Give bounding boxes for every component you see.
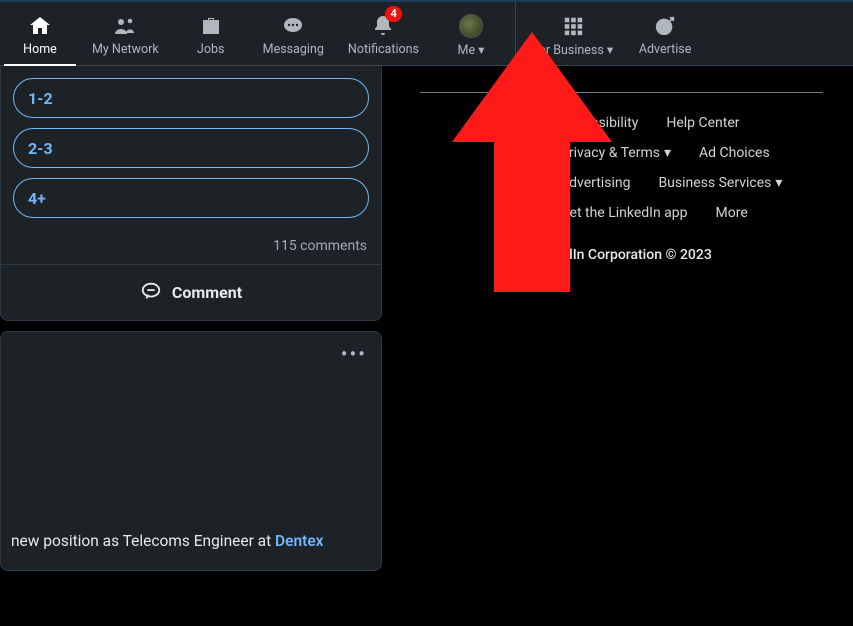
feed-column: 1-2 2-3 4+ 115 comments Comment ••• new … — [0, 66, 382, 626]
nav-business[interactable]: For Business▾ — [520, 2, 625, 65]
poll-option[interactable]: 4+ — [13, 178, 369, 218]
network-icon — [113, 14, 137, 38]
nav-jobs-label: Jobs — [197, 42, 225, 57]
jobs-icon — [199, 14, 223, 38]
poll-options: 1-2 2-3 4+ — [1, 66, 381, 228]
footer-divider — [420, 92, 823, 93]
grid-icon — [561, 14, 585, 38]
post-body: new position as Telecoms Engineer at Den… — [1, 532, 381, 550]
footer-column: Accessibility Help Center Privacy & Term… — [400, 66, 843, 263]
poll-option-label: 1-2 — [28, 89, 53, 108]
nav-me[interactable]: Me▾ — [431, 2, 511, 65]
footer-help[interactable]: Help Center — [666, 115, 739, 131]
comment-icon — [140, 280, 162, 306]
post-text: new position as Telecoms Engineer at — [11, 532, 275, 550]
avatar — [459, 14, 483, 38]
company-link[interactable]: Dentex — [275, 532, 323, 550]
poll-card: 1-2 2-3 4+ 115 comments Comment — [0, 66, 382, 321]
footer-links: Accessibility Help Center Privacy & Term… — [400, 115, 843, 221]
nav-me-label: Me▾ — [458, 42, 485, 58]
footer-more[interactable]: More — [716, 205, 748, 221]
nav-advertise-label: Advertise — [639, 42, 692, 57]
post-card: ••• new position as Telecoms Engineer at… — [0, 331, 382, 571]
comment-label: Comment — [172, 283, 242, 302]
poll-option[interactable]: 1-2 — [13, 78, 369, 118]
post-menu-button[interactable]: ••• — [341, 342, 367, 366]
footer-copyright: LinkedIn Corporation © 2023 — [400, 247, 843, 263]
nav-notifications-label: Notifications — [348, 42, 419, 57]
home-icon — [28, 14, 52, 38]
nav-network-label: My Network — [92, 42, 159, 57]
comment-button[interactable]: Comment — [1, 264, 381, 320]
poll-option-label: 4+ — [28, 189, 46, 208]
caret-down-icon: ▾ — [478, 43, 484, 58]
caret-down-icon: ▾ — [607, 43, 613, 58]
footer-advertising[interactable]: Advertising — [560, 175, 630, 191]
nav-business-label: For Business▾ — [532, 42, 613, 58]
poll-option-label: 2-3 — [28, 139, 53, 158]
nav-home-label: Home — [23, 42, 57, 57]
footer-ad-choices[interactable]: Ad Choices — [699, 145, 770, 161]
poll-option[interactable]: 2-3 — [13, 128, 369, 168]
nav-notifications[interactable]: 4 Notifications — [336, 2, 431, 65]
nav-messaging-label: Messaging — [263, 42, 324, 57]
top-nav: Home My Network Jobs Messaging 4 Notific… — [0, 0, 853, 66]
comments-count[interactable]: 115 comments — [273, 238, 367, 254]
footer-privacy[interactable]: Privacy & Terms▾ — [560, 145, 671, 161]
target-icon — [653, 14, 677, 38]
caret-down-icon: ▾ — [664, 145, 671, 161]
caret-down-icon: ▾ — [775, 175, 782, 191]
nav-messaging[interactable]: Messaging — [251, 2, 336, 65]
nav-jobs[interactable]: Jobs — [171, 2, 251, 65]
nav-advertise[interactable]: Advertise — [625, 2, 705, 65]
nav-home[interactable]: Home — [0, 2, 80, 65]
notification-badge: 4 — [385, 6, 401, 22]
engagement-row: 115 comments — [1, 228, 381, 254]
nav-divider — [515, 2, 516, 65]
nav-network[interactable]: My Network — [80, 2, 171, 65]
footer-app[interactable]: Get the LinkedIn app — [560, 205, 688, 221]
footer-accessibility[interactable]: Accessibility — [560, 115, 638, 131]
messaging-icon — [281, 14, 305, 38]
footer-business[interactable]: Business Services▾ — [658, 175, 782, 191]
